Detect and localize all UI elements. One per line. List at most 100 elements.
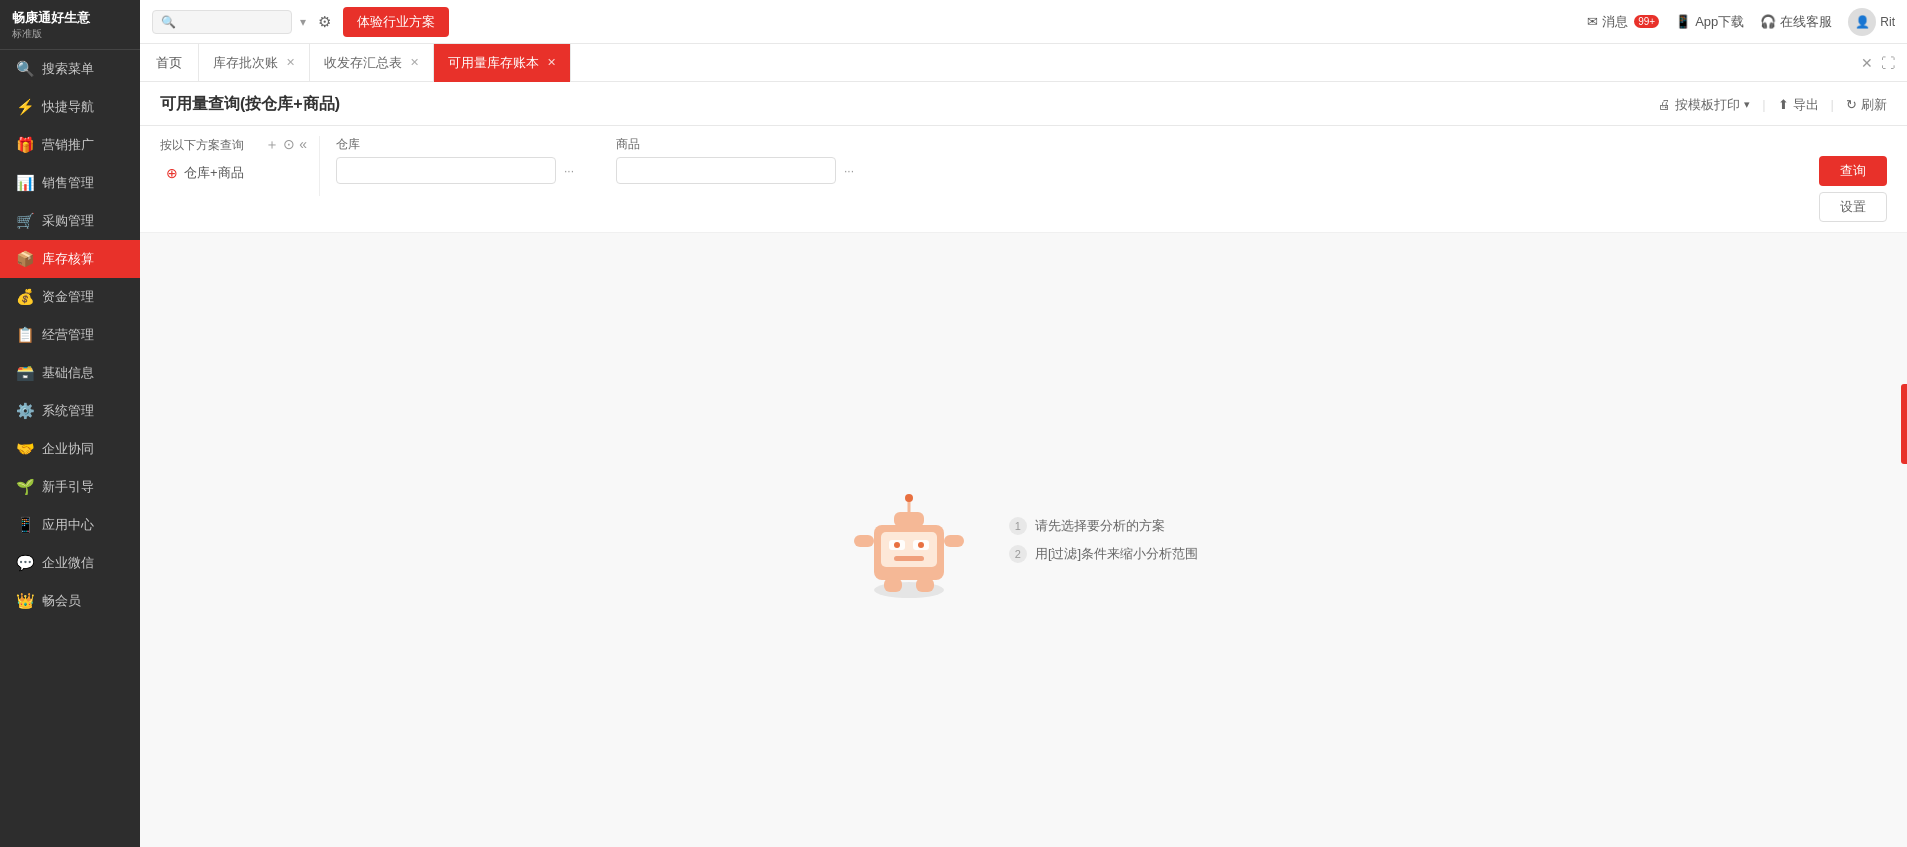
app-download-item[interactable]: 📱 App下载: [1675, 13, 1744, 31]
sidebar-item-sales[interactable]: 📊 销售管理: [0, 164, 140, 202]
search-input[interactable]: [180, 15, 270, 29]
sidebar-item-label: 新手引导: [42, 478, 94, 496]
avatar: 👤: [1848, 8, 1876, 36]
gift-icon: 🎁: [16, 136, 34, 154]
query-button[interactable]: 查询: [1819, 156, 1887, 186]
scheme-title: 按以下方案查询: [160, 137, 244, 154]
money-icon: 💰: [16, 288, 34, 306]
topbar-gear-icon[interactable]: ⚙: [314, 13, 335, 31]
tab-close-icon[interactable]: ✕: [410, 57, 419, 68]
message-icon: ✉: [1587, 14, 1598, 29]
sidebar-item-label: 库存核算: [42, 250, 94, 268]
tab-available-ledger[interactable]: 可用量库存账本 ✕: [434, 44, 571, 82]
sidebar-item-business[interactable]: 📋 经营管理: [0, 316, 140, 354]
svg-rect-7: [894, 556, 924, 561]
svg-rect-14: [916, 578, 934, 592]
filter-fields: 仓库 ··· 商品 ···: [336, 136, 1803, 184]
robot-svg: [849, 480, 969, 600]
message-badge: 99+: [1634, 15, 1659, 28]
plant-icon: 🌱: [16, 478, 34, 496]
sidebar-item-wechat[interactable]: 💬 企业微信: [0, 544, 140, 582]
export-action[interactable]: ⬆ 导出: [1778, 96, 1819, 114]
sidebar-item-label: 搜索菜单: [42, 60, 94, 78]
sidebar-item-label: 企业协同: [42, 440, 94, 458]
tab-receipt-summary[interactable]: 收发存汇总表 ✕: [310, 44, 434, 82]
sidebar-item-vip[interactable]: 👑 畅会员: [0, 582, 140, 620]
svg-point-10: [905, 494, 913, 502]
goods-label: 商品: [616, 136, 876, 153]
refresh-action[interactable]: ↻ 刷新: [1846, 96, 1887, 114]
tab-home[interactable]: 首页: [140, 44, 199, 82]
goods-input-row: ···: [616, 157, 876, 184]
username: Rit: [1880, 15, 1895, 29]
warehouse-more-btn[interactable]: ···: [560, 160, 578, 182]
settings-button[interactable]: 设置: [1819, 192, 1887, 222]
print-dropdown-icon[interactable]: ▾: [1744, 98, 1750, 111]
app-title: 畅康通好生意: [12, 10, 128, 27]
query-buttons: 查询 设置: [1819, 136, 1887, 222]
user-item[interactable]: 👤 Rit: [1848, 8, 1895, 36]
database-icon: 🗃️: [16, 364, 34, 382]
empty-tip-1: 1 请先选择要分析的方案: [1009, 517, 1198, 535]
add-scheme-icon[interactable]: ＋: [265, 136, 279, 154]
goods-more-btn[interactable]: ···: [840, 160, 858, 182]
tab-close-icon[interactable]: ✕: [547, 57, 556, 68]
sidebar-item-marketing[interactable]: 🎁 营销推广: [0, 126, 140, 164]
sidebar-item-label: 系统管理: [42, 402, 94, 420]
scroll-indicator[interactable]: [1901, 384, 1907, 464]
goods-input[interactable]: [616, 157, 836, 184]
sidebar-item-basic[interactable]: 🗃️ 基础信息: [0, 354, 140, 392]
main-area: 🔍 ▾ ⚙ 体验行业方案 ✉ 消息 99+ 📱 App下载 🎧 在线客服 👤 R…: [140, 0, 1907, 847]
empty-tip-2: 2 用[过滤]条件来缩小分析范围: [1009, 545, 1198, 563]
settings-scheme-icon[interactable]: ⊙: [283, 136, 295, 154]
sidebar-item-apps[interactable]: 📱 应用中心: [0, 506, 140, 544]
chat-icon: 💬: [16, 554, 34, 572]
sidebar-item-search[interactable]: 🔍 搜索菜单: [0, 50, 140, 88]
sidebar-item-label: 企业微信: [42, 554, 94, 572]
export-icon: ⬆: [1778, 97, 1789, 112]
tip-num-1: 1: [1009, 517, 1027, 535]
print-icon: 🖨: [1658, 97, 1671, 112]
sidebar-item-system[interactable]: ⚙️ 系统管理: [0, 392, 140, 430]
sidebar-item-label: 经营管理: [42, 326, 94, 344]
tab-batch-account[interactable]: 库存批次账 ✕: [199, 44, 310, 82]
collapse-scheme-icon[interactable]: «: [299, 136, 307, 154]
sidebar-item-shortcut[interactable]: ⚡ 快捷导航: [0, 88, 140, 126]
trial-button[interactable]: 体验行业方案: [343, 7, 449, 37]
topbar-search-box[interactable]: 🔍: [152, 10, 292, 34]
tabbar-controls: ✕ ⛶: [1849, 55, 1907, 71]
online-service-item[interactable]: 🎧 在线客服: [1760, 13, 1832, 31]
sidebar-logo: 畅康通好生意 标准版: [0, 0, 140, 50]
svg-point-5: [894, 542, 900, 548]
svg-rect-8: [894, 512, 924, 527]
svg-rect-12: [944, 535, 964, 547]
inventory-icon: 📦: [16, 250, 34, 268]
tab-label: 可用量库存账本: [448, 54, 539, 72]
topbar-dropdown-icon[interactable]: ▾: [300, 15, 306, 29]
topbar-search-icon: 🔍: [161, 15, 176, 29]
tabbar: 首页 库存批次账 ✕ 收发存汇总表 ✕ 可用量库存账本 ✕ ✕ ⛶: [140, 44, 1907, 82]
sidebar-item-inventory[interactable]: 📦 库存核算: [0, 240, 140, 278]
sidebar-item-finance[interactable]: 💰 资金管理: [0, 278, 140, 316]
scheme-actions: ＋ ⊙ «: [265, 136, 307, 154]
sidebar-item-label: 基础信息: [42, 364, 94, 382]
tab-close-icon[interactable]: ✕: [286, 57, 295, 68]
sidebar-item-label: 营销推广: [42, 136, 94, 154]
page-header: 可用量查询(按仓库+商品) 🖨 按模板打印 ▾ | ⬆ 导出 | ↻ 刷新: [140, 82, 1907, 126]
crown-icon: 👑: [16, 592, 34, 610]
svg-rect-2: [881, 532, 937, 567]
message-item[interactable]: ✉ 消息 99+: [1587, 13, 1659, 31]
sidebar-item-label: 资金管理: [42, 288, 94, 306]
maximize-icon[interactable]: ⛶: [1881, 55, 1895, 71]
sidebar-item-enterprise[interactable]: 🤝 企业协同: [0, 430, 140, 468]
tab-label: 库存批次账: [213, 54, 278, 72]
online-service-label: 在线客服: [1780, 13, 1832, 31]
warehouse-input[interactable]: [336, 157, 556, 184]
scheme-item-warehouse-goods[interactable]: ⊕ 仓库+商品: [160, 160, 307, 186]
warehouse-field: 仓库 ···: [336, 136, 596, 184]
close-window-icon[interactable]: ✕: [1861, 55, 1873, 71]
print-action[interactable]: 🖨 按模板打印 ▾: [1658, 96, 1750, 114]
sidebar-item-purchase[interactable]: 🛒 采购管理: [0, 202, 140, 240]
sidebar-item-newbie[interactable]: 🌱 新手引导: [0, 468, 140, 506]
scheme-panel: 按以下方案查询 ＋ ⊙ « ⊕ 仓库+商品: [160, 136, 320, 196]
